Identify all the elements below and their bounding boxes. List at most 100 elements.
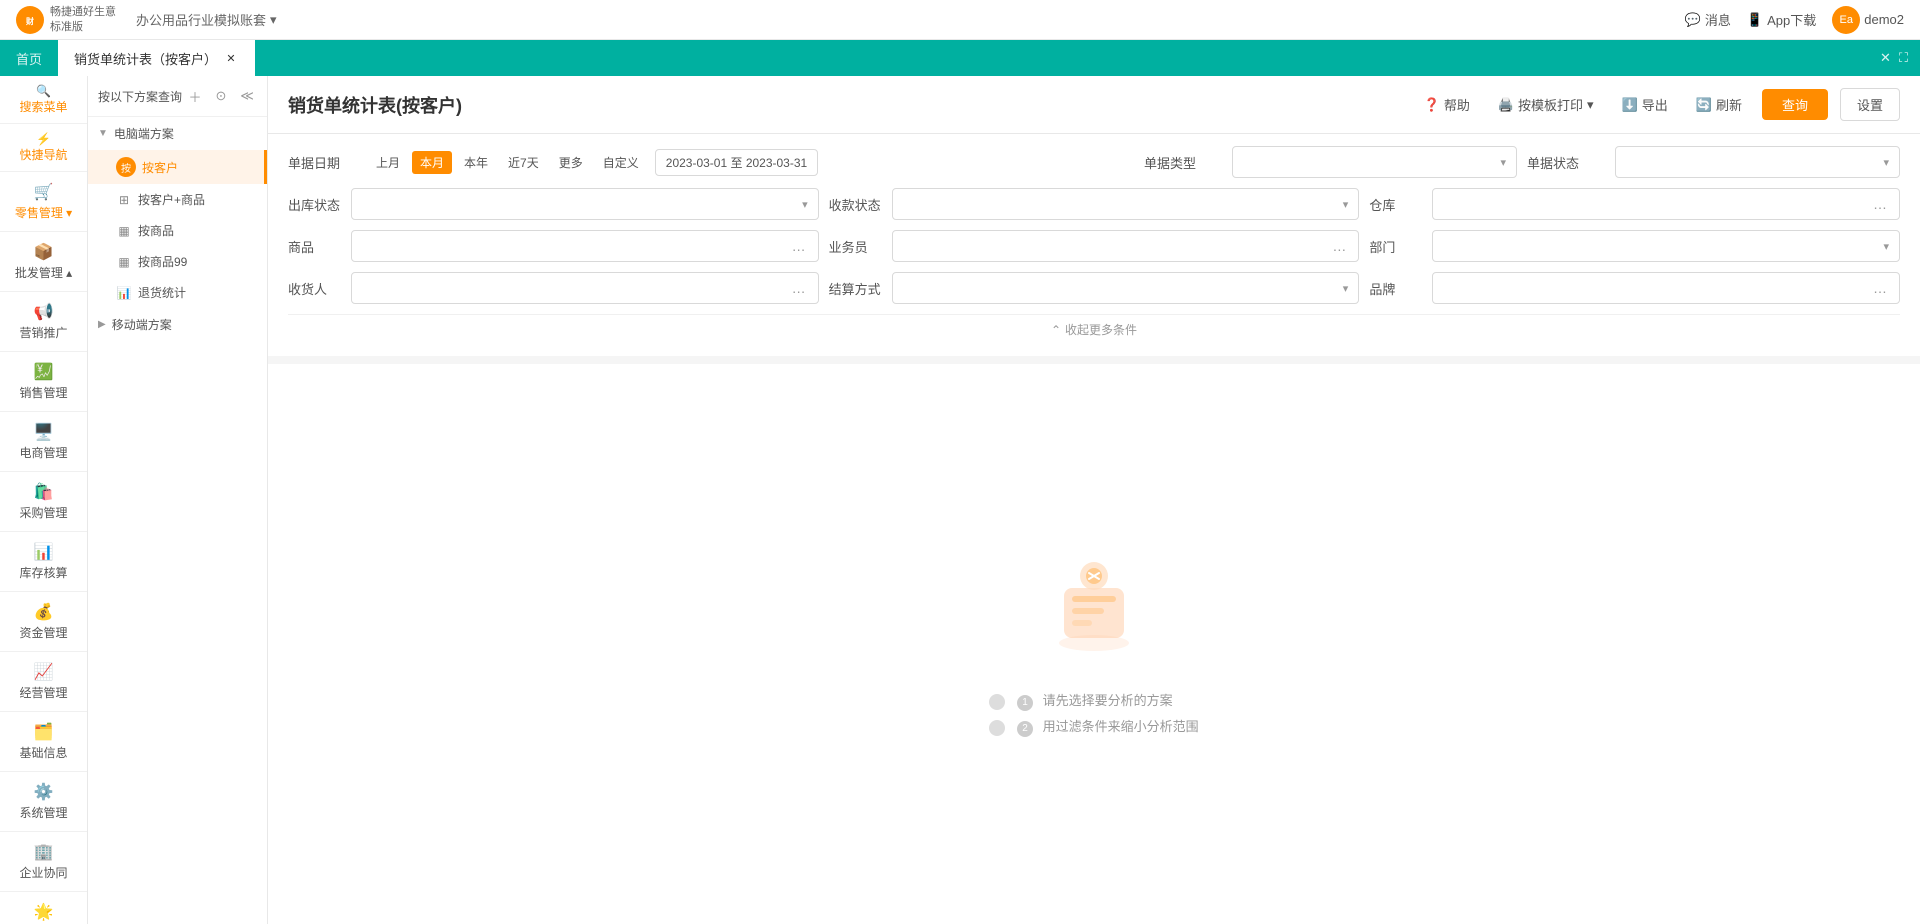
sidebar-quicknav[interactable]: ⚡ 快捷导航 bbox=[0, 124, 87, 172]
goods-input[interactable]: … bbox=[351, 230, 819, 262]
scheme-item-by-customer[interactable]: 按 按客户 bbox=[88, 150, 267, 184]
sidebar-search[interactable]: 🔍 搜索菜单 bbox=[0, 76, 87, 124]
tab-maximize-area: ✕ ⛶ bbox=[1868, 40, 1920, 76]
sidebar-item-finance[interactable]: 💰 资金管理 bbox=[0, 592, 87, 652]
filter-cell-payment: 结算方式 ▾ bbox=[829, 272, 1360, 304]
order-type-input[interactable]: ▾ bbox=[1232, 146, 1517, 178]
scheme-group-desktop-header[interactable]: ▼ 电脑端方案 bbox=[88, 117, 267, 150]
filter-cell-goods: 商品 … bbox=[288, 230, 819, 262]
sidebar-item-ecommerce[interactable]: 🖥️ 电商管理 bbox=[0, 412, 87, 472]
section-divider bbox=[268, 356, 1920, 364]
date-tab-thismonth[interactable]: 本月 bbox=[412, 151, 452, 174]
salesperson-input[interactable]: … bbox=[892, 230, 1360, 262]
sidebar-item-marketing[interactable]: 📢 营销推广 bbox=[0, 292, 87, 352]
scheme-group-mobile-header[interactable]: ▶ 移动端方案 bbox=[88, 308, 267, 341]
filter-row4: 收货人 … 结算方式 ▾ 品牌 bbox=[288, 272, 1900, 304]
date-tab-7days[interactable]: 近7天 bbox=[500, 151, 547, 174]
receipt-status-label: 收款状态 bbox=[829, 195, 884, 214]
logo-text: 畅捷通好生意 标准版 bbox=[50, 5, 116, 34]
receipt-status-arrow: ▾ bbox=[1343, 198, 1349, 211]
collapse-up-icon: ⌃ bbox=[1051, 323, 1061, 337]
tab-home[interactable]: 首页 bbox=[0, 40, 58, 76]
logo-area: 财 畅捷通好生意 标准版 bbox=[16, 5, 116, 34]
scheme-item-by-customer-goods[interactable]: ⊞ 按客户+商品 bbox=[88, 184, 267, 215]
page-header-actions: ❓ 帮助 🖨️ 按模板打印 ▾ ⬇️ 导出 � bbox=[1416, 88, 1900, 121]
header-left: 财 畅捷通好生意 标准版 办公用品行业模拟账套 ▾ bbox=[16, 5, 277, 34]
order-status-label: 单据状态 bbox=[1527, 153, 1607, 172]
out-status-input[interactable]: ▾ bbox=[351, 188, 819, 220]
empty-tip2: 2 用过滤条件来缩小分析范围 bbox=[989, 714, 1198, 740]
goods-dots: … bbox=[792, 238, 808, 254]
page-title: 销货单统计表(按客户) bbox=[288, 92, 462, 118]
settings-btn[interactable]: 设置 bbox=[1840, 88, 1900, 121]
filter-row-date: 单据日期 上月 本月 本年 近7天 更多 自定义 2023-03-01 至 20… bbox=[288, 146, 1900, 178]
brand-dots: … bbox=[1873, 280, 1889, 296]
scheme-item-by-goods99[interactable]: ▦ 按商品99 bbox=[88, 246, 267, 277]
scheme-settings-btn[interactable]: ⊙ bbox=[211, 86, 231, 106]
tab-close-icon[interactable]: ✕ bbox=[223, 50, 239, 66]
sidebar-item-purchase[interactable]: 🛍️ 采购管理 bbox=[0, 472, 87, 532]
collapse-filters-btn[interactable]: ⌃ 收起更多条件 bbox=[288, 314, 1900, 344]
sidebar-item-ops[interactable]: 📈 经营管理 bbox=[0, 652, 87, 712]
filter-cell-warehouse: 仓库 … bbox=[1369, 188, 1900, 220]
message-btn[interactable]: 💬 消息 bbox=[1685, 10, 1731, 29]
scheme-group-mobile-label: 移动端方案 bbox=[112, 316, 172, 333]
order-status-input[interactable]: ▾ bbox=[1615, 146, 1900, 178]
warehouse-dots: … bbox=[1873, 196, 1889, 212]
sidebar-item-inventory[interactable]: 📊 库存核算 bbox=[0, 532, 87, 592]
filter-cell-out-status: 出库状态 ▾ bbox=[288, 188, 819, 220]
main-layout: 🔍 搜索菜单 ⚡ 快捷导航 🛒 零售管理 ▾ 📦 批发管理 ▴ 📢 营销推广 💹… bbox=[0, 76, 1920, 924]
maximize-icon[interactable]: ⛶ bbox=[1899, 50, 1908, 66]
scheme-header-icons: ＋ ⊙ ≪ bbox=[185, 86, 257, 106]
filter-cell-receipt-status: 收款状态 ▾ bbox=[829, 188, 1360, 220]
refresh-btn[interactable]: 🔄 刷新 bbox=[1688, 91, 1750, 118]
sidebar-item-basic[interactable]: 🗂️ 基础信息 bbox=[0, 712, 87, 772]
scheme-header-title: 按以下方案查询 bbox=[98, 88, 182, 105]
brand-input[interactable]: … bbox=[1432, 272, 1900, 304]
tab-sales-stat[interactable]: 销货单统计表（按客户） ✕ bbox=[58, 40, 255, 76]
recipient-input[interactable]: … bbox=[351, 272, 819, 304]
date-tab-thisyear[interactable]: 本年 bbox=[456, 151, 496, 174]
date-tab-more[interactable]: 更多 bbox=[551, 151, 591, 174]
avatar: Ea bbox=[1832, 6, 1860, 34]
main-content: 销货单统计表(按客户) ❓ 帮助 🖨️ 按模板打印 ▾ ⬇️ bbox=[268, 76, 1920, 924]
sidebar-item-retail[interactable]: 🛒 零售管理 ▾ bbox=[0, 172, 87, 232]
salesperson-dots: … bbox=[1332, 238, 1348, 254]
payment-input[interactable]: ▾ bbox=[892, 272, 1360, 304]
sidebar-item-system[interactable]: ⚙️ 系统管理 bbox=[0, 772, 87, 832]
department-input[interactable]: ▾ bbox=[1432, 230, 1900, 262]
warehouse-input[interactable]: … bbox=[1432, 188, 1900, 220]
scheme-item-by-goods[interactable]: ▦ 按商品 bbox=[88, 215, 267, 246]
order-status-arrow: ▾ bbox=[1883, 156, 1889, 169]
brand-label: 品牌 bbox=[1369, 279, 1424, 298]
header-right: 💬 消息 📱 App下载 Ea demo2 bbox=[1685, 6, 1904, 34]
scheme-collapse-btn[interactable]: ≪ bbox=[237, 86, 257, 106]
download-icon: 📱 bbox=[1747, 12, 1763, 28]
recipient-label: 收货人 bbox=[288, 279, 343, 298]
help-btn[interactable]: ❓ 帮助 bbox=[1416, 91, 1478, 118]
user-menu-btn[interactable]: Ea demo2 bbox=[1832, 6, 1904, 34]
date-range-input[interactable]: 2023-03-01 至 2023-03-31 bbox=[655, 149, 818, 176]
filter-cell-brand: 品牌 … bbox=[1369, 272, 1900, 304]
scheme-item-refund-stat[interactable]: 📊 退货统计 bbox=[88, 277, 267, 308]
date-tab-custom[interactable]: 自定义 bbox=[595, 151, 647, 174]
app-download-btn[interactable]: 📱 App下载 bbox=[1747, 10, 1816, 29]
logo-icon: 财 bbox=[16, 6, 44, 34]
export-btn[interactable]: ⬇️ 导出 bbox=[1614, 91, 1676, 118]
close-window-icon[interactable]: ✕ bbox=[1880, 50, 1891, 66]
scheme-active-dot: 按 bbox=[116, 157, 136, 177]
sidebar-item-enterprise[interactable]: 🏢 企业协同 bbox=[0, 832, 87, 892]
receipt-status-input[interactable]: ▾ bbox=[892, 188, 1360, 220]
order-type-label: 单据类型 bbox=[1144, 153, 1224, 172]
scheme-add-btn[interactable]: ＋ bbox=[185, 86, 205, 106]
sidebar-item-newbie[interactable]: 🌟 新手引导 bbox=[0, 892, 87, 924]
arrow-down-icon: ▼ bbox=[98, 128, 108, 139]
print-btn[interactable]: 🖨️ 按模板打印 ▾ bbox=[1490, 91, 1602, 118]
scheme-item-label: 退货统计 bbox=[138, 284, 186, 301]
app-title[interactable]: 办公用品行业模拟账套 ▾ bbox=[136, 10, 277, 29]
sidebar-item-sales[interactable]: 💹 销售管理 bbox=[0, 352, 87, 412]
sidebar-item-wholesale[interactable]: 📦 批发管理 ▴ bbox=[0, 232, 87, 292]
date-tab-lastmonth[interactable]: 上月 bbox=[368, 151, 408, 174]
query-btn[interactable]: 查询 bbox=[1762, 89, 1828, 120]
export-icon: ⬇️ bbox=[1622, 97, 1638, 113]
